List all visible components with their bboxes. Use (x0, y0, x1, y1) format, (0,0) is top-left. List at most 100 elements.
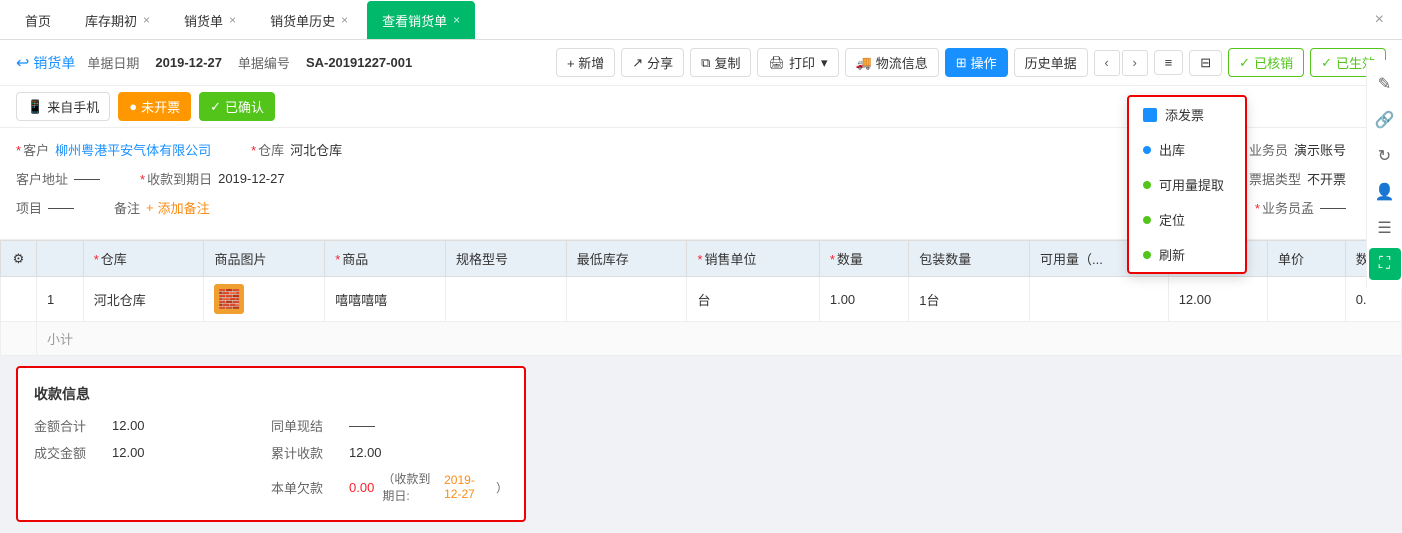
tab-sales-close[interactable]: × (229, 13, 236, 27)
row-pack-qty: 1台 (909, 277, 1030, 322)
sidebar-link-icon[interactable]: 🔗 (1369, 104, 1401, 136)
doc-type-icon: ↩ 销货单 (16, 53, 75, 73)
next-button[interactable]: › (1122, 50, 1148, 76)
row-available (1030, 277, 1169, 322)
doc-date-value: 2019-12-27 (155, 55, 222, 70)
dropdown-refresh[interactable]: 刷新 (1129, 237, 1245, 272)
phone-label: 来自手机 (47, 97, 99, 116)
add-invoice-icon (1143, 108, 1157, 122)
out-stock-label: 出库 (1159, 140, 1185, 159)
add-invoice-label: 添发票 (1165, 105, 1204, 124)
same-order-label: 同单现结 (271, 416, 341, 435)
open-label: 未开票 (141, 97, 180, 116)
sold-button[interactable]: ✓ 已核销 (1228, 48, 1304, 77)
dropdown-out-stock[interactable]: 出库 (1129, 132, 1245, 167)
confirm-label: 已确认 (225, 97, 264, 116)
col-warehouse: *仓库 (83, 241, 204, 277)
doc-number-value: SA-20191227-001 (306, 55, 412, 70)
share-button[interactable]: ↗ 分享 (621, 48, 684, 77)
arrears-label: 本单欠款 (271, 478, 341, 497)
doc-header-left: ↩ 销货单 单据日期 2019-12-27 单据编号 SA-20191227-0… (16, 53, 412, 73)
add-note-button[interactable]: + 添加备注 (146, 198, 210, 217)
invoice-value: 不开票 (1307, 169, 1346, 188)
operation-label: 操作 (971, 53, 997, 72)
cumulative-receipt-item: 累计收款 12.00 (271, 443, 508, 462)
tab-history-close[interactable]: × (341, 13, 348, 27)
dropdown-arrow: ▾ (821, 55, 828, 71)
cumulative-value: 12.00 (349, 445, 382, 460)
address-value: —— (74, 171, 100, 186)
confirmed-button[interactable]: ✓ 已确认 (199, 92, 275, 121)
col-product-img: 商品图片 (204, 241, 325, 277)
tab-check-close[interactable]: × (453, 13, 460, 27)
total-amount-item: 金额合计 12.00 (34, 416, 271, 435)
operation-button[interactable]: ⊞ 操作 (945, 48, 1008, 77)
tab-home-label: 首页 (25, 11, 51, 30)
total-amount-label: 金额合计 (34, 416, 104, 435)
print-icon: 🖨 (768, 55, 785, 71)
plus-icon: + (146, 200, 154, 215)
out-stock-icon (1143, 146, 1151, 154)
same-order-value: —— (349, 418, 375, 433)
dropdown-locate[interactable]: 定位 (1129, 202, 1245, 237)
tab-check-sales[interactable]: 查看销货单 × (367, 1, 475, 39)
tab-history-label: 销货单历史 (270, 11, 335, 30)
sidebar-user-icon[interactable]: 👤 (1369, 176, 1401, 208)
dropdown-add-invoice[interactable]: 添发票 (1129, 97, 1245, 132)
row-min-stock (566, 277, 687, 322)
subtotal-label: 小计 (37, 322, 1402, 356)
operation-icon: ⊞ (956, 55, 967, 71)
deal-amount-value: 12.00 (112, 445, 145, 460)
row-no: 1 (37, 277, 84, 322)
sidebar-refresh-icon[interactable]: ↻ (1369, 140, 1401, 172)
tab-sales-label: 销货单 (184, 11, 223, 30)
doc-type-label: 销货单 (33, 53, 75, 73)
prev-button[interactable]: ‹ (1094, 50, 1120, 76)
tab-inventory-label: 库存期初 (85, 11, 137, 30)
not-invoiced-button[interactable]: ● 未开票 (118, 92, 191, 121)
operation-dropdown: 添发票 出库 可用量提取 定位 刷新 (1127, 95, 1247, 274)
confirm-icon: ✓ (210, 99, 221, 115)
copy-button[interactable]: ⧉ 复制 (690, 48, 751, 77)
copy-label: 复制 (714, 53, 740, 72)
doc-number-label: 单据编号 (238, 53, 290, 72)
dropdown-available-qty[interactable]: 可用量提取 (1129, 167, 1245, 202)
project-value: —— (48, 200, 74, 215)
warehouse-value: 河北仓库 (290, 140, 342, 159)
due-date-field: *收款到期日 2019-12-27 (140, 169, 285, 188)
logistics-button[interactable]: 🚚 物流信息 (845, 48, 939, 77)
product-image: 🧱 (214, 284, 244, 314)
logistics-label: 物流信息 (876, 53, 928, 72)
row-current-stock: 12.00 (1168, 277, 1267, 322)
employee-value: 演示账号 (1294, 140, 1346, 159)
tab-inventory-init[interactable]: 库存期初 × (70, 1, 165, 39)
employee-field: 业务员 演示账号 (1249, 140, 1346, 159)
summary-grid: 金额合计 12.00 同单现结 —— 成交金额 12.00 累计收款 12.00… (34, 416, 508, 504)
print-label: 打印 (789, 53, 815, 72)
tab-home[interactable]: 首页 (10, 1, 66, 39)
project-field: 项目 —— (16, 198, 74, 217)
layout-btn1[interactable]: ≡ (1154, 50, 1184, 75)
due-date-value: 2019-12-27 (218, 171, 285, 186)
tab-sales-order[interactable]: 销货单 × (169, 1, 251, 39)
sidebar-expand-icon[interactable]: ⛶ (1369, 248, 1401, 280)
window-close-button[interactable]: × (1367, 7, 1392, 33)
salesperson-value: —— (1320, 200, 1346, 215)
row-spec (445, 277, 566, 322)
toolbar: + 新增 ↗ 分享 ⧉ 复制 🖨 打印 ▾ 🚚 物流信息 ⊞ 操作 历史单据 ‹… (556, 48, 1386, 77)
sidebar-list-icon[interactable]: ☰ (1369, 212, 1401, 244)
total-amount-value: 12.00 (112, 418, 145, 433)
sidebar-edit-icon[interactable]: ✎ (1369, 68, 1401, 100)
new-button[interactable]: + 新增 (556, 48, 615, 77)
right-sidebar: ✎ 🔗 ↻ 👤 ☰ ⛶ (1366, 60, 1402, 288)
col-min-stock: 最低库存 (566, 241, 687, 277)
layout-btn2[interactable]: ⊟ (1189, 50, 1222, 76)
deal-amount-item: 成交金额 12.00 (34, 443, 271, 462)
tab-sales-history[interactable]: 销货单历史 × (255, 1, 363, 39)
history-button[interactable]: 历史单据 (1014, 48, 1088, 77)
row-unit: 台 (687, 277, 819, 322)
tab-inventory-close[interactable]: × (143, 13, 150, 27)
from-phone-button[interactable]: 📱 来自手机 (16, 92, 110, 121)
tab-check-label: 查看销货单 (382, 11, 447, 30)
print-button[interactable]: 🖨 打印 ▾ (757, 48, 838, 77)
